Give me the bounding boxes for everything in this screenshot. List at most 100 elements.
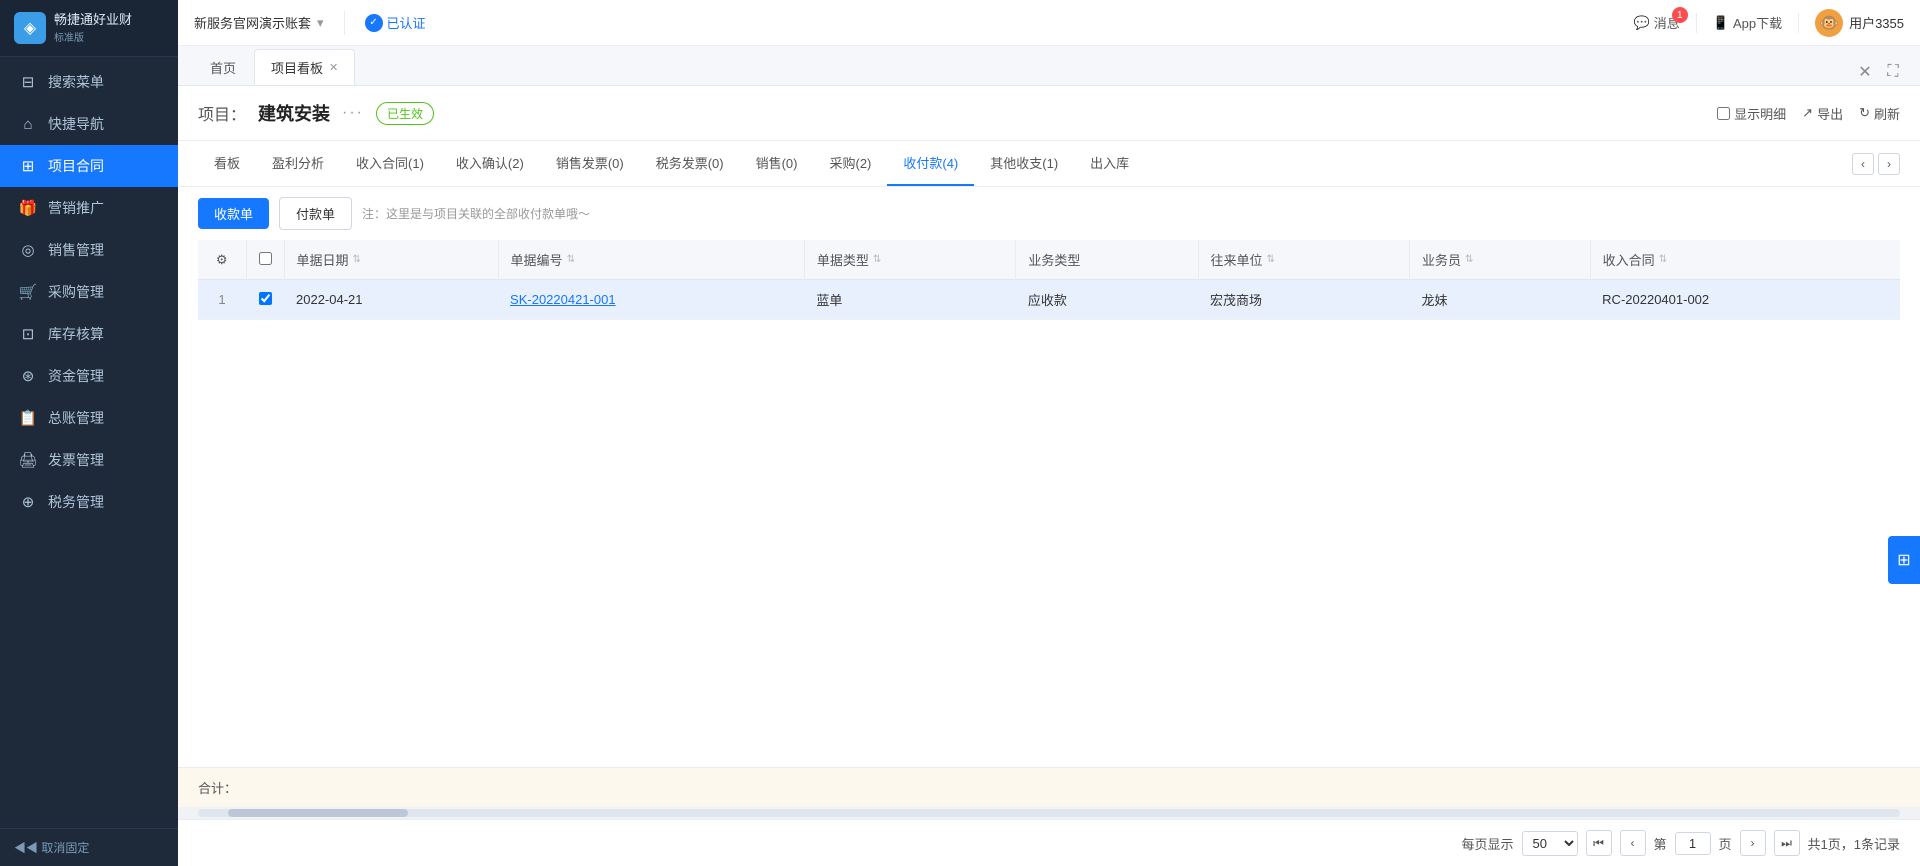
- refresh-button[interactable]: ↻ 刷新: [1859, 104, 1900, 123]
- receipt-bill-tab-button[interactable]: 收款单: [198, 198, 269, 229]
- sidebar-item-purchase-mgmt[interactable]: 🛒 采购管理: [0, 271, 178, 313]
- sidebar-item-inventory[interactable]: ⊡ 库存核算: [0, 313, 178, 355]
- float-action-icon: ⊞: [1897, 550, 1910, 570]
- sidebar-item-general-ledger[interactable]: 📋 总账管理: [0, 397, 178, 439]
- sales-icon: ◎: [18, 240, 38, 260]
- sidebar-item-invoice-mgmt[interactable]: 🖨 发票管理: [0, 439, 178, 481]
- invoice-icon: 🖨: [18, 450, 38, 470]
- sort-icon-partner: ⇅: [1267, 254, 1275, 265]
- row-checkbox-cell: [246, 280, 284, 320]
- sidebar: ◈ 畅捷通好业财 标准版 ⊟ 搜索菜单 ⌂ 快捷导航 ⊞ 项目合同 🎁 营销推广…: [0, 0, 178, 866]
- sidebar-item-fund-mgmt[interactable]: ⊛ 资金管理: [0, 355, 178, 397]
- show-detail-checkbox[interactable]: [1717, 107, 1730, 120]
- sidebar-nav: ⊟ 搜索菜单 ⌂ 快捷导航 ⊞ 项目合同 🎁 营销推广 ◎ 销售管理 🛒 采购管…: [0, 57, 178, 828]
- sub-tab-income-confirm[interactable]: 收入确认(2): [440, 141, 540, 186]
- export-button[interactable]: ↗ 导出: [1802, 104, 1843, 123]
- sidebar-item-label: 营销推广: [48, 198, 104, 218]
- col-type[interactable]: 单据类型 ⇅: [804, 240, 1015, 280]
- sidebar-item-search[interactable]: ⊟ 搜索菜单: [0, 61, 178, 103]
- col-partner[interactable]: 往来单位 ⇅: [1198, 240, 1409, 280]
- select-all-checkbox[interactable]: [259, 252, 272, 265]
- user-avatar: 🐵: [1815, 9, 1843, 37]
- project-header-actions: 显示明细 ↗ 导出 ↻ 刷新: [1717, 104, 1900, 123]
- col-number[interactable]: 单据编号 ⇅: [498, 240, 804, 280]
- topbar-divider2: [1696, 13, 1697, 33]
- app-download-button[interactable]: 📱 App下载: [1713, 13, 1782, 32]
- topbar: 新服务官网演示账套 ▾ ✓ 已认证 💬 消息 1 📱 App下载 🐵 用户335…: [178, 0, 1920, 46]
- sub-tab-purchase[interactable]: 采购(2): [813, 141, 887, 186]
- messages-button[interactable]: 💬 消息 1: [1634, 13, 1680, 32]
- ledger-icon: 📋: [18, 408, 38, 428]
- message-icon: 💬: [1634, 15, 1650, 31]
- app-name: 畅捷通好业财: [54, 12, 132, 29]
- sub-tabs-arrows: ‹ ›: [1852, 153, 1900, 175]
- receipt-sub-header: 收款单 付款单 注：这里是与项目关联的全部收付款单哦～: [178, 187, 1920, 240]
- sub-tab-receipt[interactable]: 收付款(4): [887, 141, 974, 186]
- tab-project-board[interactable]: 项目看板 ✕: [254, 49, 355, 85]
- col-settings[interactable]: ⚙: [198, 240, 246, 280]
- inventory-icon: ⊡: [18, 324, 38, 344]
- sidebar-item-project-contract[interactable]: ⊞ 项目合同: [0, 145, 178, 187]
- sidebar-item-label: 发票管理: [48, 450, 104, 470]
- table-row[interactable]: 1 2022-04-21 SK-20220421-001 蓝单 应收款 宏茂商场: [198, 280, 1900, 320]
- show-detail-toggle[interactable]: 显示明细: [1717, 104, 1786, 123]
- sidebar-item-quick-nav[interactable]: ⌂ 快捷导航: [0, 103, 178, 145]
- sub-tab-tax-invoice[interactable]: 税务发票(0): [640, 141, 740, 186]
- main-area: 新服务官网演示账套 ▾ ✓ 已认证 💬 消息 1 📱 App下载 🐵 用户335…: [178, 0, 1920, 866]
- sub-tabs-prev-button[interactable]: ‹: [1852, 153, 1874, 175]
- user-menu[interactable]: 🐵 用户3355: [1815, 9, 1904, 37]
- topbar-project-selector[interactable]: 新服务官网演示账套 ▾: [194, 13, 324, 32]
- phone-icon: 📱: [1713, 15, 1729, 31]
- per-page-select[interactable]: 50 100 200: [1522, 831, 1578, 856]
- dropdown-icon[interactable]: ▾: [317, 15, 324, 31]
- project-more-button[interactable]: ···: [342, 104, 364, 122]
- row-number-link[interactable]: SK-20220421-001: [510, 292, 616, 307]
- col-date-label: 单据日期: [297, 250, 349, 269]
- next-page-button[interactable]: ›: [1740, 830, 1766, 856]
- sub-tab-sales[interactable]: 销售(0): [740, 141, 814, 186]
- sort-icon-income-contract: ⇅: [1659, 254, 1667, 265]
- sub-tab-inout[interactable]: 出入库: [1074, 141, 1145, 186]
- sub-tab-profit[interactable]: 盈利分析: [256, 141, 340, 186]
- sub-tab-sales-invoice[interactable]: 销售发票(0): [540, 141, 640, 186]
- row-number[interactable]: SK-20220421-001: [498, 280, 804, 320]
- sidebar-item-marketing[interactable]: 🎁 营销推广: [0, 187, 178, 229]
- export-icon: ↗: [1802, 105, 1813, 121]
- tab-close-icon[interactable]: ✕: [329, 61, 338, 74]
- col-biz-type-label: 业务类型: [1028, 253, 1080, 268]
- per-page-label: 每页显示: [1461, 834, 1513, 853]
- scrollbar-thumb[interactable]: [228, 809, 408, 817]
- first-page-button[interactable]: ⏮: [1586, 830, 1612, 856]
- sub-tabs-next-button[interactable]: ›: [1878, 153, 1900, 175]
- row-checkbox[interactable]: [259, 292, 272, 305]
- col-salesperson[interactable]: 业务员 ⇅: [1409, 240, 1590, 280]
- col-income-contract[interactable]: 收入合同 ⇅: [1590, 240, 1900, 280]
- window-close-button[interactable]: ✕: [1854, 61, 1876, 83]
- horizontal-scrollbar[interactable]: [178, 807, 1920, 819]
- tab-home[interactable]: 首页: [194, 50, 252, 85]
- sub-tab-income-contract[interactable]: 收入合同(1): [340, 141, 440, 186]
- prev-page-button[interactable]: ‹: [1620, 830, 1646, 856]
- page-label: 第: [1654, 834, 1667, 853]
- sidebar-item-tax-mgmt[interactable]: ⊕ 税务管理: [0, 481, 178, 523]
- sidebar-unpin-button[interactable]: ◀◀ 取消固定: [0, 828, 178, 866]
- sub-tab-kanban[interactable]: 看板: [198, 141, 256, 186]
- window-maximize-button[interactable]: ⛶: [1882, 61, 1904, 83]
- current-page-input[interactable]: [1675, 832, 1711, 855]
- show-detail-label: 显示明细: [1734, 104, 1786, 123]
- sidebar-item-label: 资金管理: [48, 366, 104, 386]
- row-income-contract: RC-20220401-002: [1590, 280, 1900, 320]
- topbar-project-name: 新服务官网演示账套: [194, 13, 311, 32]
- total-label: 合计：: [198, 781, 237, 796]
- project-title: 建筑安装: [258, 100, 330, 126]
- sidebar-item-sales-mgmt[interactable]: ◎ 销售管理: [0, 229, 178, 271]
- sub-tab-other-expense[interactable]: 其他收支(1): [974, 141, 1074, 186]
- sort-icon-type: ⇅: [873, 254, 881, 265]
- home-icon: ⌂: [18, 114, 38, 134]
- content-area: 项目： 建筑安装 ··· 已生效 显示明细 ↗ 导出 ↻ 刷新: [178, 86, 1920, 866]
- float-action-button[interactable]: ⊞: [1888, 536, 1920, 584]
- col-income-contract-label: 收入合同: [1603, 250, 1655, 269]
- last-page-button[interactable]: ⏭: [1774, 830, 1800, 856]
- payment-bill-tab-button[interactable]: 付款单: [279, 197, 352, 230]
- col-date[interactable]: 单据日期 ⇅: [284, 240, 498, 280]
